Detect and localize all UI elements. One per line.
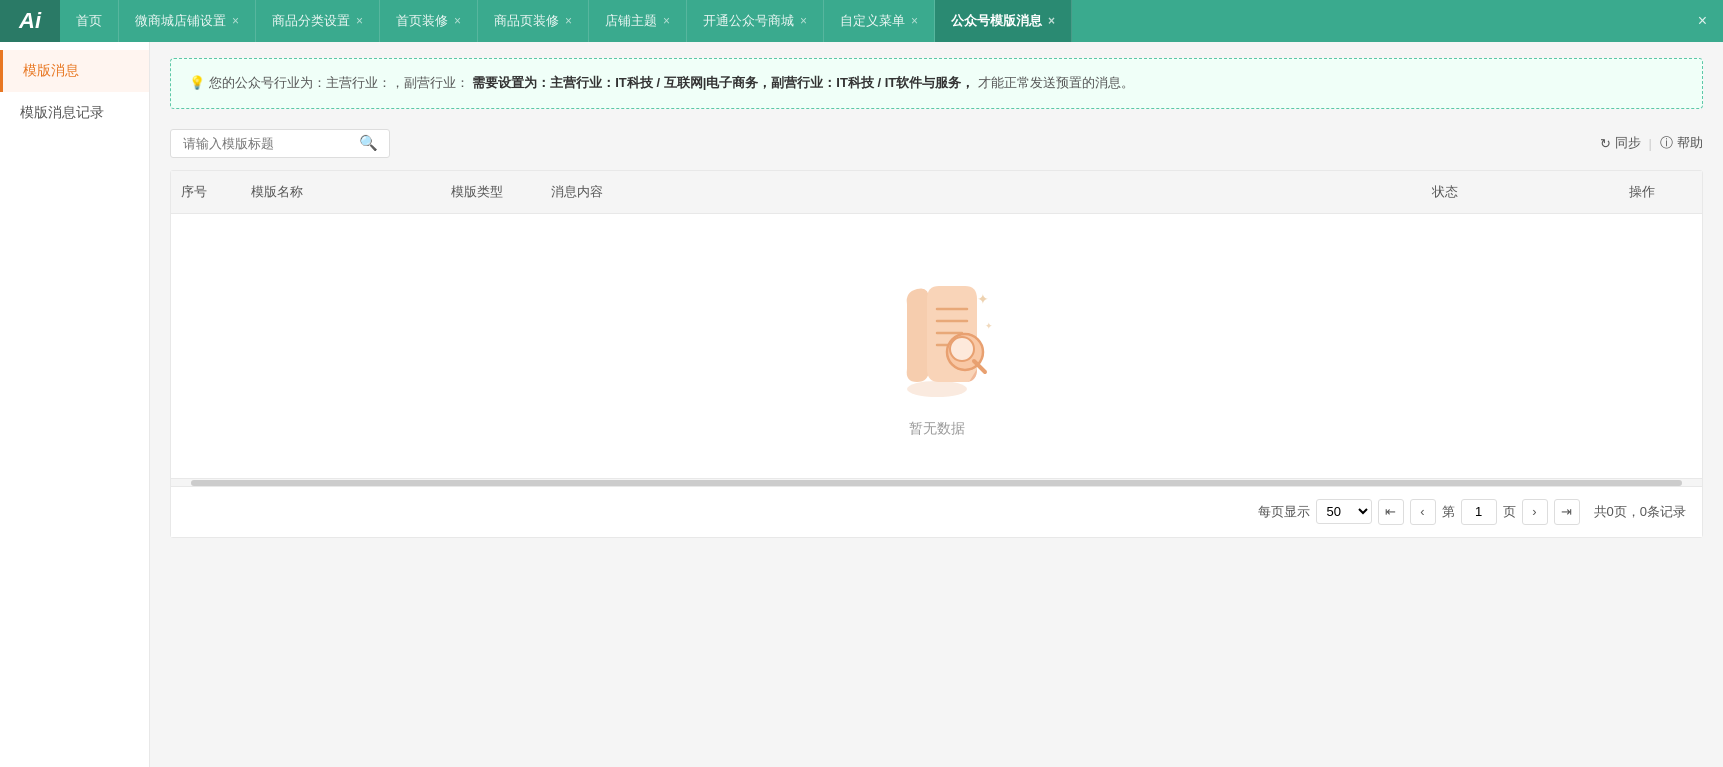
nav-tabs: 首页微商城店铺设置×商品分类设置×首页装修×商品页装修×店铺主题×开通公众号商城… [60, 0, 1682, 42]
help-button[interactable]: ⓘ 帮助 [1660, 134, 1703, 152]
empty-text: 暂无数据 [909, 420, 965, 438]
toolbar-right: ↻ 同步 | ⓘ 帮助 [1600, 134, 1703, 152]
close-all-tabs-button[interactable]: × [1682, 12, 1723, 30]
empty-illustration: ✦ ✦ [877, 274, 997, 404]
col-header-content: 消息内容 [541, 171, 1422, 213]
main-layout: 模版消息模版消息记录 💡 您的公众号行业为：主营行业：，副营行业： 需要设置为：… [0, 42, 1723, 767]
nav-tab-product-decoration[interactable]: 商品页装修× [478, 0, 589, 42]
sidebar-items: 模版消息模版消息记录 [0, 50, 149, 134]
search-input-wrap: 🔍 [170, 129, 390, 158]
scroll-thumb[interactable] [191, 480, 1682, 486]
per-page-label: 每页显示 [1258, 503, 1310, 521]
close-tab-icon[interactable]: × [1048, 14, 1055, 28]
sidebar: 模版消息模版消息记录 [0, 42, 150, 767]
close-tab-icon[interactable]: × [911, 14, 918, 28]
nav-tab-custom-menu[interactable]: 自定义菜单× [824, 0, 935, 42]
col-header-action: 操作 [1582, 171, 1702, 213]
close-tab-icon[interactable]: × [800, 14, 807, 28]
search-input[interactable] [179, 130, 359, 157]
close-tab-icon[interactable]: × [356, 14, 363, 28]
nav-tab-store-theme[interactable]: 店铺主题× [589, 0, 687, 42]
sync-label: 同步 [1615, 134, 1641, 152]
col-header-type: 模版类型 [441, 171, 541, 213]
pagination: 每页显示 50 10 20 100 ⇤ ‹ 第 页 › ⇥ 共0页，0条记录 [171, 486, 1702, 537]
search-button[interactable]: 🔍 [359, 134, 378, 152]
nav-tab-homepage-decoration[interactable]: 首页装修× [380, 0, 478, 42]
page-total: 共0页，0条记录 [1594, 503, 1686, 521]
sync-button[interactable]: ↻ 同步 [1600, 134, 1641, 152]
top-nav: Ai 首页微商城店铺设置×商品分类设置×首页装修×商品页装修×店铺主题×开通公众… [0, 0, 1723, 42]
empty-state: ✦ ✦ 暂无数据 [171, 214, 1702, 478]
per-page-select[interactable]: 50 10 20 100 [1316, 499, 1372, 524]
current-page-input[interactable] [1461, 499, 1497, 525]
notice-prefix: 您的公众号行业为：主营行业：，副营行业： [209, 75, 469, 90]
nav-tab-store-settings[interactable]: 微商城店铺设置× [119, 0, 256, 42]
data-table: 序号 模版名称 模版类型 消息内容 状态 操作 [170, 170, 1703, 538]
table-header: 序号 模版名称 模版类型 消息内容 状态 操作 [171, 171, 1702, 214]
nav-tab-home[interactable]: 首页 [60, 0, 119, 42]
toolbar-divider: | [1649, 136, 1652, 151]
sidebar-item-template-msg[interactable]: 模版消息 [0, 50, 149, 92]
svg-point-6 [950, 337, 974, 361]
close-tab-icon[interactable]: × [565, 14, 572, 28]
help-icon: ⓘ [1660, 134, 1673, 152]
nav-tab-open-mall[interactable]: 开通公众号商城× [687, 0, 824, 42]
svg-point-0 [907, 381, 967, 397]
svg-text:✦: ✦ [985, 321, 993, 331]
sync-icon: ↻ [1600, 136, 1611, 151]
notice-suffix: 才能正常发送预置的消息。 [978, 75, 1134, 90]
content-area: 💡 您的公众号行业为：主营行业：，副营行业： 需要设置为：主营行业：IT科技 /… [150, 42, 1723, 767]
col-header-name: 模版名称 [241, 171, 441, 213]
close-tab-icon[interactable]: × [232, 14, 239, 28]
nav-tab-template-msg[interactable]: 公众号模版消息× [935, 0, 1072, 42]
horizontal-scrollbar[interactable] [171, 478, 1702, 486]
last-page-button[interactable]: ⇥ [1554, 499, 1580, 525]
page-label-post: 页 [1503, 503, 1516, 521]
notice-box: 💡 您的公众号行业为：主营行业：，副营行业： 需要设置为：主营行业：IT科技 /… [170, 58, 1703, 109]
col-header-status: 状态 [1422, 171, 1582, 213]
help-label: 帮助 [1677, 134, 1703, 152]
notice-icon: 💡 [189, 75, 205, 90]
page-label-pre: 第 [1442, 503, 1455, 521]
nav-logo: Ai [0, 0, 60, 42]
sidebar-item-template-msg-record[interactable]: 模版消息记录 [0, 92, 149, 134]
prev-page-button[interactable]: ‹ [1410, 499, 1436, 525]
notice-highlight: 需要设置为：主营行业：IT科技 / 互联网|电子商务，副营行业：IT科技 / I… [472, 75, 974, 90]
nav-tab-category-settings[interactable]: 商品分类设置× [256, 0, 380, 42]
svg-text:✦: ✦ [977, 291, 989, 307]
col-header-seq: 序号 [171, 171, 241, 213]
close-tab-icon[interactable]: × [663, 14, 670, 28]
first-page-button[interactable]: ⇤ [1378, 499, 1404, 525]
search-row: 🔍 ↻ 同步 | ⓘ 帮助 [170, 129, 1703, 158]
next-page-button[interactable]: › [1522, 499, 1548, 525]
close-tab-icon[interactable]: × [454, 14, 461, 28]
